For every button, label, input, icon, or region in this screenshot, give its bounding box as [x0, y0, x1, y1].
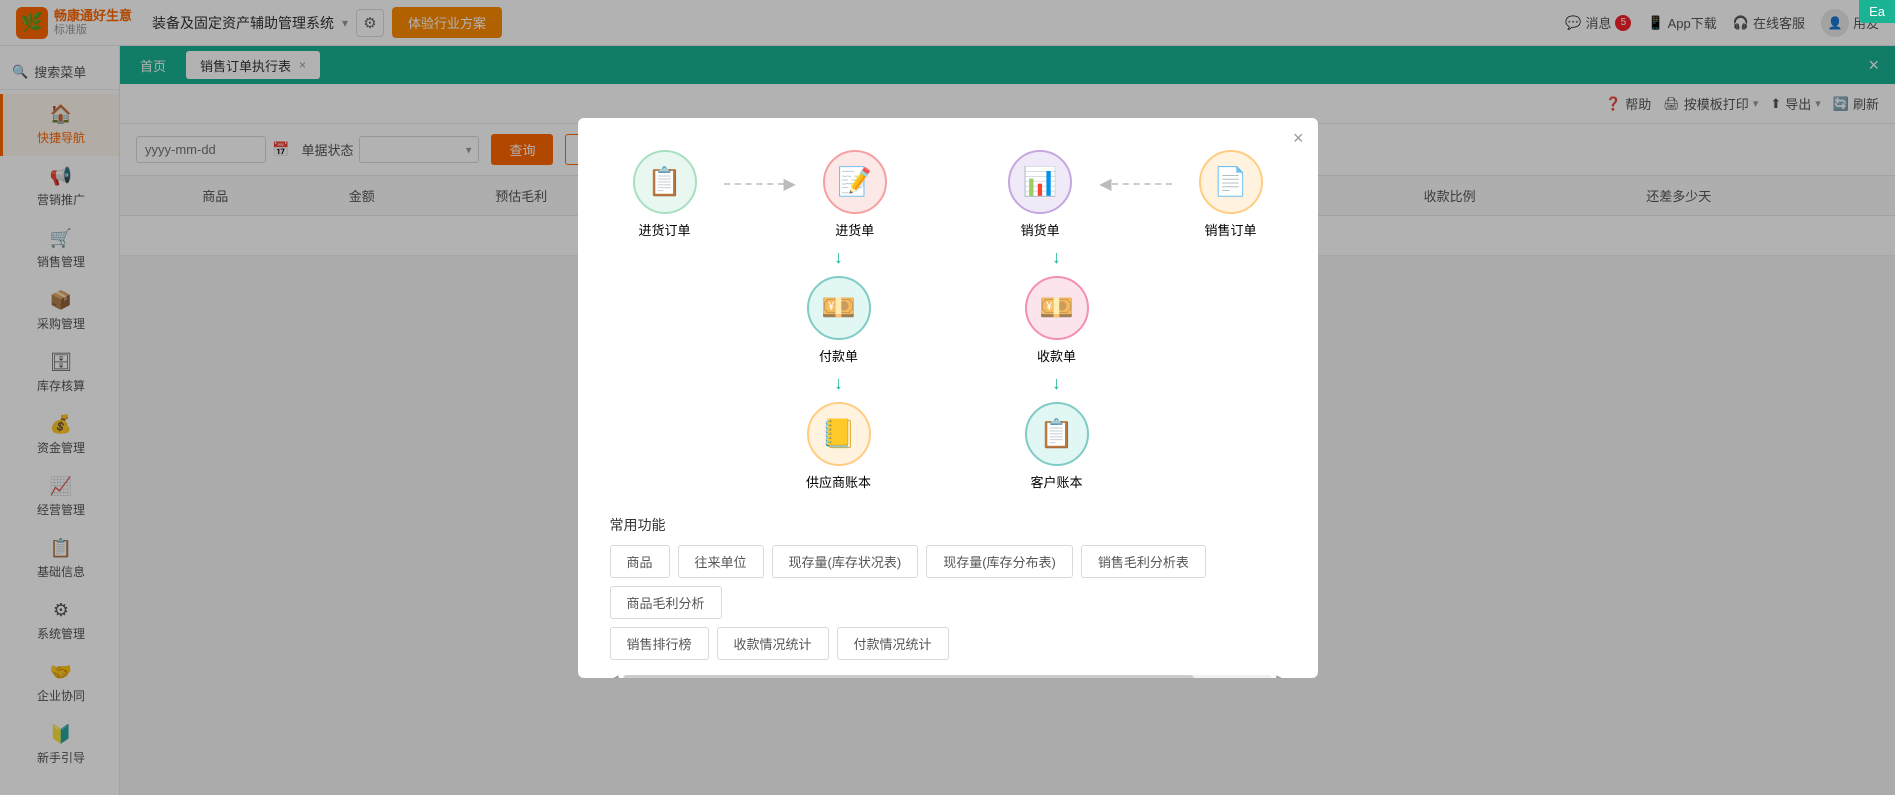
flow-container: 📋 进货订单 ▶ 📝 进货单 [610, 142, 1286, 499]
scroll-track[interactable] [623, 675, 1273, 678]
ea-badge: Ea [1859, 0, 1895, 23]
btn-payment-stats[interactable]: 付款情况统计 [837, 627, 949, 660]
receipt-circle: 💴 [1025, 276, 1089, 340]
scroll-thumb[interactable] [623, 675, 1195, 678]
arrow-sales-order-to-bill: ◀ [1095, 174, 1175, 194]
sales-order-icon: 📄 [1213, 165, 1248, 198]
modal-scrollbar[interactable]: ◀ ▶ [610, 672, 1286, 678]
btn-stock-dist[interactable]: 现存量(库存分布表) [926, 545, 1073, 578]
supplier-ledger-icon: 📒 [821, 417, 856, 450]
customer-ledger-circle: 📋 [1025, 402, 1089, 466]
btn-sales-rank[interactable]: 销售排行榜 [610, 627, 709, 660]
scroll-right-arrow[interactable]: ▶ [1276, 672, 1285, 678]
purchase-order-label: 进货订单 [638, 220, 690, 239]
payment-icon: 💴 [821, 291, 856, 324]
btn-stock-status[interactable]: 现存量(库存状况表) [772, 545, 919, 578]
arrow-right-1: ▶ [784, 174, 796, 194]
modal-overlay[interactable]: × 📋 进货订单 ▶ 📝 [0, 0, 1895, 795]
modal: × 📋 进货订单 ▶ 📝 [578, 118, 1318, 678]
customer-ledger-icon: 📋 [1039, 417, 1074, 450]
common-buttons-row-1: 商品 往来单位 现存量(库存状况表) 现存量(库存分布表) 销售毛利分析表 商品… [610, 545, 1286, 619]
sales-bill-icon: 📊 [1023, 165, 1058, 198]
arrow-purchase-order-to-bill: ▶ [720, 174, 800, 194]
flow-node-purchase-order[interactable]: 📋 进货订单 [610, 150, 720, 239]
supplier-ledger-circle: 📒 [807, 402, 871, 466]
customer-ledger-label: 客户账本 [1030, 472, 1082, 491]
common-functions-title: 常用功能 [610, 515, 1286, 535]
flow-row-3: 📒 供应商账本 📋 客户账本 [610, 394, 1286, 499]
sales-order-circle: 📄 [1199, 150, 1263, 214]
flow-row-2: 💴 付款单 💴 收款单 [610, 268, 1286, 373]
arrow-left-1: ◀ [1099, 174, 1111, 194]
sales-bill-circle: 📊 [1008, 150, 1072, 214]
purchase-bill-icon: 📝 [837, 165, 872, 198]
purchase-bill-label: 进货单 [835, 220, 874, 239]
flow-node-payment[interactable]: 💴 付款单 [784, 276, 894, 365]
receipt-label: 收款单 [1037, 346, 1076, 365]
flow-arrows-row-2: ↓ ↓ [610, 373, 1286, 394]
dashed-line-2 [1112, 183, 1172, 185]
flow-row-1: 📋 进货订单 ▶ 📝 进货单 [610, 142, 1286, 247]
btn-sales-gross[interactable]: 销售毛利分析表 [1081, 545, 1206, 578]
flow-node-sales-order[interactable]: 📄 销售订单 [1176, 150, 1286, 239]
flow-arrows-row: ↓ ↓ [610, 247, 1286, 268]
common-functions-section: 常用功能 商品 往来单位 现存量(库存状况表) 现存量(库存分布表) 销售毛利分… [610, 515, 1286, 660]
dashed-line-1 [724, 183, 784, 185]
payment-label: 付款单 [819, 346, 858, 365]
sales-order-label: 销售订单 [1204, 220, 1256, 239]
modal-close-button[interactable]: × [1293, 128, 1304, 149]
scroll-left-arrow[interactable]: ◀ [610, 672, 619, 678]
flow-node-supplier-ledger[interactable]: 📒 供应商账本 [784, 402, 894, 491]
purchase-order-icon: 📋 [647, 165, 682, 198]
sales-bill-label: 销货单 [1021, 220, 1060, 239]
flow-node-receipt[interactable]: 💴 收款单 [1002, 276, 1112, 365]
common-buttons-row-2: 销售排行榜 收款情况统计 付款情况统计 [610, 627, 1286, 660]
btn-product[interactable]: 商品 [610, 545, 670, 578]
flow-node-customer-ledger[interactable]: 📋 客户账本 [1002, 402, 1112, 491]
purchase-bill-circle: 📝 [823, 150, 887, 214]
btn-partner[interactable]: 往来单位 [678, 545, 764, 578]
btn-product-gross[interactable]: 商品毛利分析 [610, 586, 722, 619]
flow-node-purchase-bill[interactable]: 📝 进货单 [800, 150, 910, 239]
payment-circle: 💴 [807, 276, 871, 340]
supplier-ledger-label: 供应商账本 [806, 472, 871, 491]
flow-node-sales-bill[interactable]: 📊 销货单 [985, 150, 1095, 239]
receipt-icon: 💴 [1039, 291, 1074, 324]
purchase-order-circle: 📋 [633, 150, 697, 214]
btn-collection-stats[interactable]: 收款情况统计 [717, 627, 829, 660]
